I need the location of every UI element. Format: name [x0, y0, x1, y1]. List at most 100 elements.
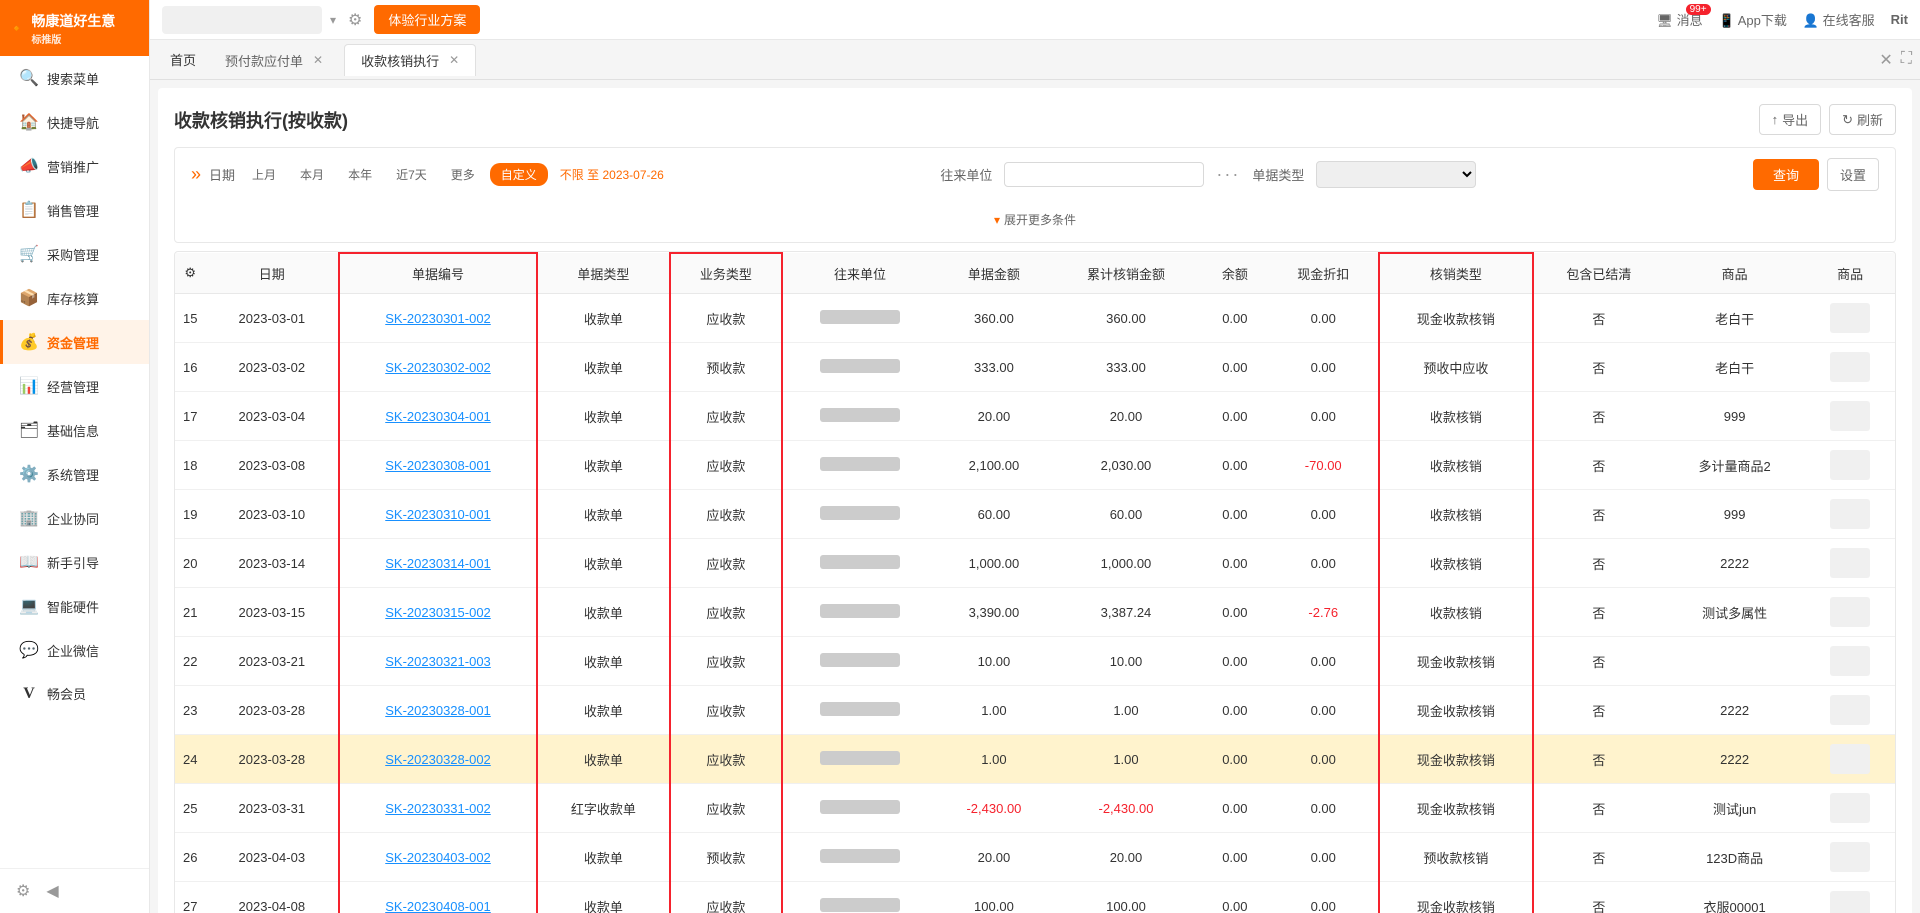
bill-no-link[interactable]: SK-20230314-001 — [385, 556, 491, 571]
cell-cancel-type: 收款核销 — [1379, 490, 1533, 539]
message-icon: 🖥 — [1656, 13, 1673, 28]
cell-discount: 0.00 — [1269, 735, 1379, 784]
tab-prepay[interactable]: 预付款应付单 ✕ — [208, 44, 340, 76]
sidebar-item-guide[interactable]: 📖 新手引导 — [0, 540, 149, 584]
online-service[interactable]: 👤 在线客服 — [1803, 10, 1875, 29]
tab-collection-close[interactable]: ✕ — [449, 53, 459, 67]
cell-discount: 0.00 — [1269, 882, 1379, 913]
sidebar-item-member[interactable]: V 畅会员 — [0, 672, 149, 715]
filter-this-year[interactable]: 本年 — [339, 163, 381, 186]
cell-amount: 1.00 — [937, 686, 1051, 735]
cell-partner — [782, 343, 937, 392]
sidebar-item-inventory[interactable]: 📦 库存核算 — [0, 276, 149, 320]
gear-icon[interactable]: ⚙ — [16, 881, 30, 901]
tab-close-all-icon[interactable]: ✕ — [1879, 50, 1892, 70]
cell-goods2 — [1805, 539, 1895, 588]
cell-balance: 0.00 — [1201, 294, 1268, 343]
tab-home-label: 首页 — [170, 53, 196, 68]
export-button[interactable]: ↑ 导出 — [1759, 104, 1822, 135]
cell-bill-type: 收款单 — [537, 637, 670, 686]
filter-last-month[interactable]: 上月 — [243, 163, 285, 186]
collapse-icon[interactable]: ◀ — [46, 881, 58, 901]
sidebar-item-hardware[interactable]: 💻 智能硬件 — [0, 584, 149, 628]
col-bill-type: 单据类型 — [537, 253, 670, 294]
partner-input[interactable] — [1004, 162, 1204, 187]
sidebar-item-operation[interactable]: 📊 经营管理 — [0, 364, 149, 408]
cell-balance: 0.00 — [1201, 686, 1268, 735]
filter-custom[interactable]: 自定义 — [490, 163, 548, 186]
setting-button[interactable]: 设置 — [1827, 158, 1879, 191]
cell-included: 否 — [1533, 637, 1664, 686]
cell-amount: 2,100.00 — [937, 441, 1051, 490]
topbar-dropdown-arrow[interactable]: ▾ — [330, 13, 336, 27]
col-discount: 现金折扣 — [1269, 253, 1379, 294]
collapse-filter-icon[interactable]: » — [191, 164, 201, 185]
sidebar-item-quicknav[interactable]: 🏠 快捷导航 — [0, 100, 149, 144]
filter-this-month[interactable]: 本月 — [291, 163, 333, 186]
bill-no-link[interactable]: SK-20230315-002 — [385, 605, 491, 620]
user-info[interactable]: Rit — [1891, 12, 1908, 27]
industry-solution-button[interactable]: 体验行业方案 — [374, 5, 480, 34]
cell-no: 26 — [175, 833, 205, 882]
message-badge[interactable]: 🖥 消息 99+ — [1656, 10, 1702, 29]
service-icon: 👤 — [1803, 13, 1819, 28]
cell-acc-amount: 20.00 — [1051, 833, 1202, 882]
tab-collection-label: 收款核销执行 — [361, 51, 439, 70]
sidebar-item-search[interactable]: 🔍 搜索菜单 — [0, 56, 149, 100]
bill-no-link[interactable]: SK-20230304-001 — [385, 409, 491, 424]
tab-prepay-close[interactable]: ✕ — [313, 53, 323, 67]
sidebar-item-system[interactable]: ⚙️ 系统管理 — [0, 452, 149, 496]
bill-no-link[interactable]: SK-20230301-002 — [385, 311, 491, 326]
sidebar-item-wechat[interactable]: 💬 企业微信 — [0, 628, 149, 672]
col-settings[interactable]: ⚙ — [175, 253, 205, 294]
bill-no-link[interactable]: SK-20230403-002 — [385, 850, 491, 865]
bill-no-link[interactable]: SK-20230310-001 — [385, 507, 491, 522]
expand-more-btn[interactable]: ▾ 展开更多条件 — [990, 207, 1080, 232]
cell-cancel-type: 现金收款核销 — [1379, 294, 1533, 343]
sidebar-label-search: 搜索菜单 — [47, 69, 99, 88]
bill-no-link[interactable]: SK-20230408-001 — [385, 899, 491, 913]
bill-no-link[interactable]: SK-20230331-002 — [385, 801, 491, 816]
sidebar-label-marketing: 营销推广 — [47, 157, 99, 176]
table-wrapper: ⚙ 日期 单据编号 单据类型 业务类型 往来单位 单据金额 累计核销金额 余额 … — [174, 251, 1896, 913]
table-row: 22 2023-03-21 SK-20230321-003 收款单 应收款 10… — [175, 637, 1895, 686]
operation-icon: 📊 — [19, 376, 39, 396]
app-download[interactable]: 📱 App下载 — [1719, 10, 1787, 29]
export-icon: ↑ — [1772, 112, 1779, 127]
sidebar-item-marketing[interactable]: 📣 营销推广 — [0, 144, 149, 188]
cell-included: 否 — [1533, 588, 1664, 637]
bill-no-link[interactable]: SK-20230302-002 — [385, 360, 491, 375]
page-inner: 收款核销执行(按收款) ↑ 导出 ↻ 刷新 » 日期 — [158, 88, 1912, 913]
message-count: 99+ — [1686, 4, 1711, 15]
sidebar-item-purchase[interactable]: 🛒 采购管理 — [0, 232, 149, 276]
sidebar-item-corp[interactable]: 🏢 企业协同 — [0, 496, 149, 540]
bill-no-link[interactable]: SK-20230328-002 — [385, 752, 491, 767]
bill-no-link[interactable]: SK-20230328-001 — [385, 703, 491, 718]
sidebar-item-basic[interactable]: 🗂 基础信息 — [0, 408, 149, 452]
purchase-icon: 🛒 — [19, 244, 39, 264]
tab-expand-icon[interactable]: ⛶ — [1901, 50, 1912, 70]
cell-biz-type: 应收款 — [670, 735, 782, 784]
cell-bill-no: SK-20230331-002 — [339, 784, 537, 833]
bill-no-link[interactable]: SK-20230321-003 — [385, 654, 491, 669]
table-container: ⚙ 日期 单据编号 单据类型 业务类型 往来单位 单据金额 累计核销金额 余额 … — [174, 251, 1896, 913]
sidebar-item-finance[interactable]: 💰 资金管理 — [0, 320, 149, 364]
cell-no: 24 — [175, 735, 205, 784]
sidebar-label-corp: 企业协同 — [47, 509, 99, 528]
filter-7days[interactable]: 近7天 — [387, 163, 436, 186]
query-button[interactable]: 查询 — [1753, 159, 1819, 190]
refresh-button[interactable]: ↻ 刷新 — [1829, 104, 1896, 135]
bill-no-link[interactable]: SK-20230308-001 — [385, 458, 491, 473]
cell-balance: 0.00 — [1201, 539, 1268, 588]
cell-goods1: 999 — [1664, 490, 1805, 539]
topbar-gear-icon[interactable]: ⚙ — [344, 10, 366, 30]
filter-more[interactable]: 更多 — [442, 163, 484, 186]
cell-bill-type: 收款单 — [537, 392, 670, 441]
tab-collection[interactable]: 收款核销执行 ✕ — [344, 44, 476, 76]
hardware-icon: 💻 — [19, 596, 39, 616]
bill-type-select[interactable] — [1316, 161, 1476, 188]
tab-home[interactable]: 首页 — [158, 44, 208, 75]
sidebar-item-sales[interactable]: 📋 销售管理 — [0, 188, 149, 232]
table-row: 21 2023-03-15 SK-20230315-002 收款单 应收款 3,… — [175, 588, 1895, 637]
cell-bill-no: SK-20230302-002 — [339, 343, 537, 392]
